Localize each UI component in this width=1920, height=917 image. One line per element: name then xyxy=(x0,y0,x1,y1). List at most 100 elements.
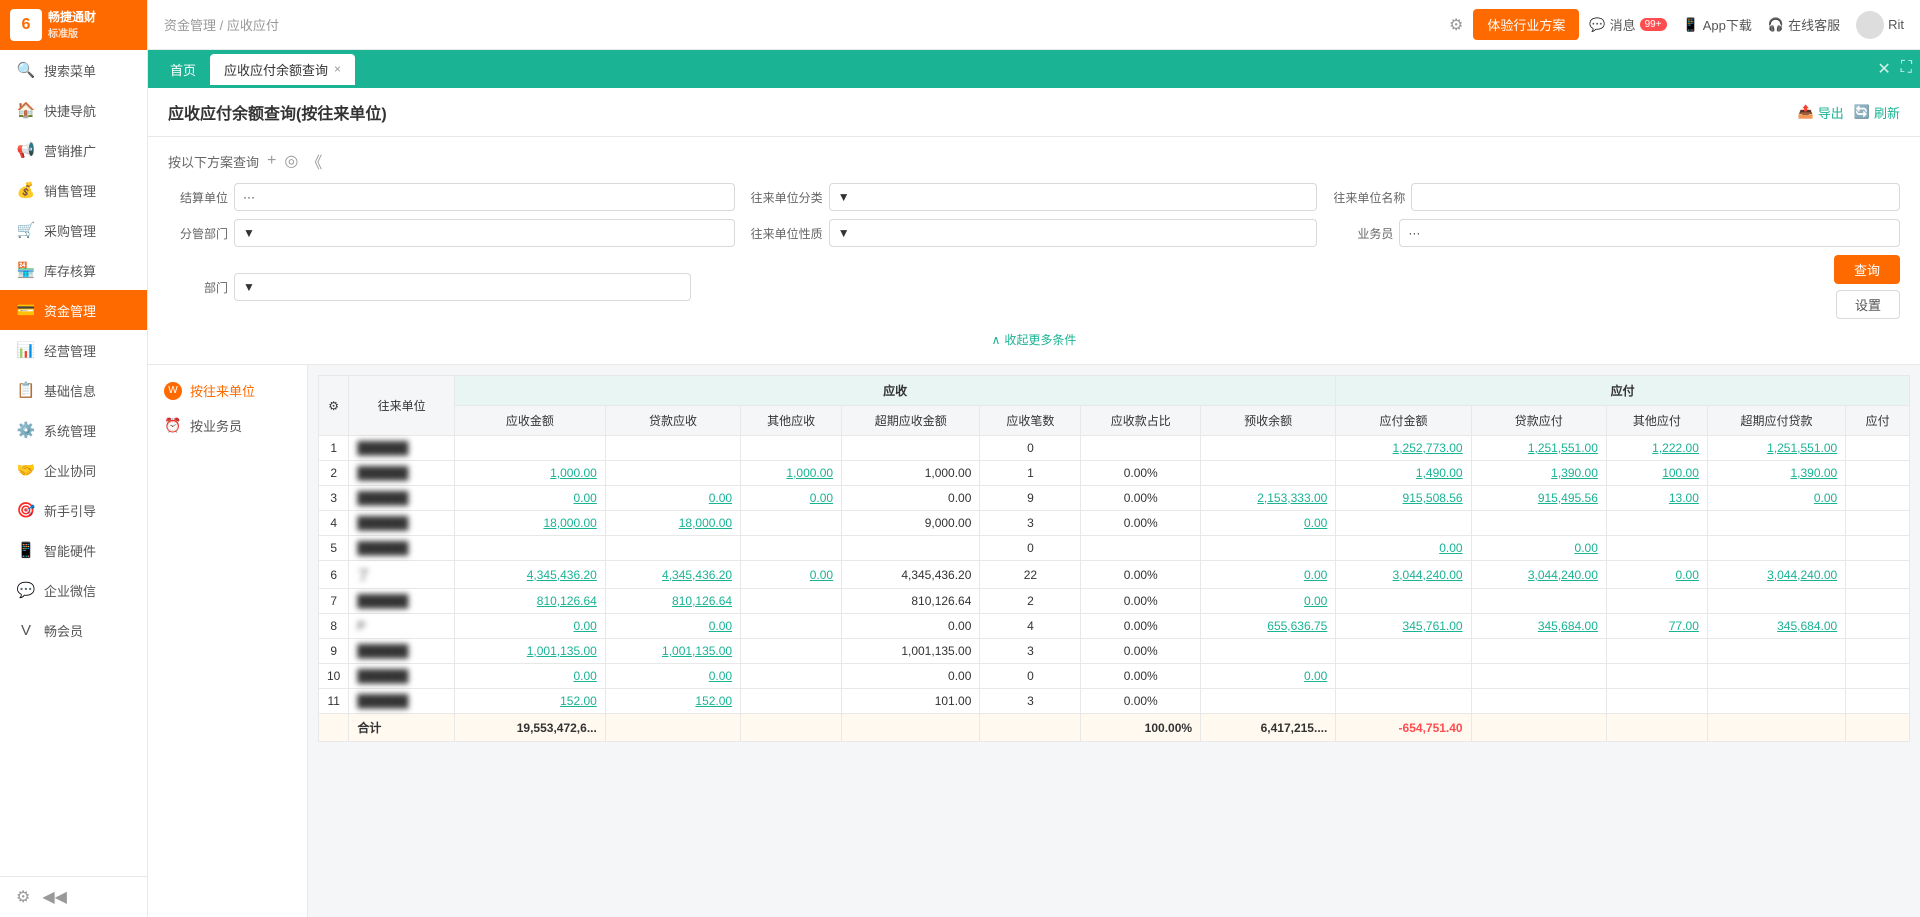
partner-cell: ██████ xyxy=(349,436,455,461)
message-icon: 💬 xyxy=(1589,17,1605,33)
maximize-icon[interactable]: ⛶ xyxy=(1901,59,1912,79)
message-badge: 99+ xyxy=(1640,18,1667,31)
ar-ratio-col: 应收款占比 xyxy=(1081,406,1201,436)
sidebar-item-label: 销售管理 xyxy=(44,181,96,200)
tab-close-icon[interactable]: × xyxy=(334,62,341,76)
total-overdue-ap xyxy=(1707,714,1845,742)
dept-input[interactable]: ▼ xyxy=(234,219,735,247)
partner-cell: 了 xyxy=(349,561,455,589)
sidebar-item-label: 智能硬件 xyxy=(44,541,96,560)
department-arrow: ▼ xyxy=(243,280,255,294)
partner-cell: P xyxy=(349,614,455,639)
other-ar-col: 其他应收 xyxy=(741,406,842,436)
total-other-ar xyxy=(741,714,842,742)
other-ap-col: 其他应付 xyxy=(1606,406,1707,436)
guide-icon: 🎯 xyxy=(16,500,36,520)
collapse-more-button[interactable]: ∧ 收起更多条件 xyxy=(168,327,1900,352)
sidebar: 6 畅捷通财 标准版 🔍 搜索菜单 🏠 快捷导航 📢 营销推广 💰 销售管理 🛒… xyxy=(0,0,148,917)
search-menu-icon: 🔍 xyxy=(16,60,36,80)
sidebar-item-hardware[interactable]: 📱 智能硬件 xyxy=(0,530,147,570)
message-button[interactable]: 💬 消息 99+ xyxy=(1589,15,1666,34)
partner-category-field: 往来单位分类 ▼ xyxy=(751,183,1318,211)
sidebar-item-system[interactable]: ⚙️ 系统管理 xyxy=(0,410,147,450)
search-add-icon[interactable]: + xyxy=(267,152,276,170)
topbar: 资金管理 / 应收应付 ⚙ 体验行业方案 💬 消息 99+ 📱 App下载 🎧 … xyxy=(148,0,1920,50)
sidebar-item-sales[interactable]: 💰 销售管理 xyxy=(0,170,147,210)
sidebar-item-quicknav[interactable]: 🏠 快捷导航 xyxy=(0,90,147,130)
breadcrumb: 资金管理 / 应收应付 xyxy=(164,15,1439,34)
department-input[interactable]: ▼ xyxy=(234,273,691,301)
sidebar-item-inventory[interactable]: 🏪 库存核算 xyxy=(0,250,147,290)
sidebar-item-operations[interactable]: 📊 经营管理 xyxy=(0,330,147,370)
partner-name-input[interactable] xyxy=(1411,183,1900,211)
export-icon: 📤 xyxy=(1798,104,1814,120)
refresh-label: 刷新 xyxy=(1874,103,1900,122)
app-download-label: App下载 xyxy=(1703,15,1752,34)
department-label: 部门 xyxy=(168,279,228,296)
search-row-2: 分管部门 ▼ 往来单位性质 ▼ 业务员 ··· xyxy=(168,219,1900,247)
filter-by-salesperson[interactable]: ⏰ 按业务员 xyxy=(148,408,307,443)
topbar-right: 💬 消息 99+ 📱 App下载 🎧 在线客服 Rit xyxy=(1589,11,1904,39)
filter-by-partner[interactable]: W 按往来单位 xyxy=(148,373,307,408)
settlement-unit-input[interactable]: ··· xyxy=(234,183,735,211)
promo-button[interactable]: 体验行业方案 xyxy=(1473,9,1579,40)
partner-cell: ██████ xyxy=(349,589,455,614)
sidebar-item-search[interactable]: 🔍 搜索菜单 xyxy=(0,50,147,90)
dept-arrow: ▼ xyxy=(243,226,255,240)
overdue-ap-col: 超期应付贷款 xyxy=(1707,406,1845,436)
sidebar-collapse-icon[interactable]: ◀◀ xyxy=(42,887,67,907)
breadcrumb-text: 资金管理 / 应收应付 xyxy=(164,15,279,34)
export-button[interactable]: 📤 导出 xyxy=(1798,103,1844,122)
operations-icon: 📊 xyxy=(16,340,36,360)
page-title: 应收应付余额查询(按往来单位) xyxy=(168,100,387,124)
total-ap-last xyxy=(1846,714,1910,742)
sidebar-settings-icon[interactable]: ⚙ xyxy=(16,887,30,907)
export-label: 导出 xyxy=(1818,103,1844,122)
sidebar-item-finance[interactable]: 💳 资金管理 xyxy=(0,290,147,330)
close-window-icon[interactable]: ✕ xyxy=(1877,59,1890,79)
filter-partner-label: 按往来单位 xyxy=(190,381,255,400)
table-row: 11██████152.00152.00101.0030.00% xyxy=(319,689,1910,714)
sidebar-item-marketing[interactable]: 📢 营销推广 xyxy=(0,130,147,170)
table-area: ⚙ 往来单位 应收 应付 应收金额 贷款应收 其他应收 超期应收金额 应收笔数 … xyxy=(308,365,1920,917)
table-row: 5██████00.000.00 xyxy=(319,536,1910,561)
sidebar-item-label: 基础信息 xyxy=(44,381,96,400)
salesperson-input[interactable]: ··· xyxy=(1399,219,1900,247)
sidebar-item-enterprise[interactable]: 🤝 企业协同 xyxy=(0,450,147,490)
logo-icon: 6 xyxy=(10,9,42,41)
filter-salesperson-icon: ⏰ xyxy=(164,417,182,435)
finance-icon: 💳 xyxy=(16,300,36,320)
online-service-button[interactable]: 🎧 在线客服 xyxy=(1768,15,1840,34)
refresh-button[interactable]: 🔄 刷新 xyxy=(1854,103,1900,122)
purchase-icon: 🛒 xyxy=(16,220,36,240)
search-scheme-icon[interactable]: ◎ xyxy=(284,151,298,171)
hardware-icon: 📱 xyxy=(16,540,36,560)
partner-name-field: 往来单位名称 xyxy=(1333,183,1900,211)
salesperson-dots: ··· xyxy=(1408,226,1420,240)
total-ar-count xyxy=(980,714,1081,742)
total-loan-ar xyxy=(605,714,740,742)
total-no xyxy=(319,714,349,742)
online-service-label: 在线客服 xyxy=(1788,15,1840,34)
sidebar-item-basic[interactable]: 📋 基础信息 xyxy=(0,370,147,410)
sidebar-item-purchase[interactable]: 🛒 采购管理 xyxy=(0,210,147,250)
partner-nature-input[interactable]: ▼ xyxy=(829,219,1318,247)
tab-home[interactable]: 首页 xyxy=(156,54,210,85)
settings-button[interactable]: 设置 xyxy=(1836,290,1900,319)
search-collapse-icon[interactable]: 《 xyxy=(306,149,322,173)
sidebar-item-wechat[interactable]: 💬 企业微信 xyxy=(0,570,147,610)
tab-ar-ap[interactable]: 应收应付余额查询 × xyxy=(210,54,355,85)
table-settings-col[interactable]: ⚙ xyxy=(319,376,349,436)
topbar-gear-icon[interactable]: ⚙ xyxy=(1449,15,1463,35)
total-ar-ratio: 100.00% xyxy=(1081,714,1201,742)
user-avatar[interactable]: Rit xyxy=(1856,11,1904,39)
download-icon: 📱 xyxy=(1683,17,1699,33)
sidebar-item-label: 资金管理 xyxy=(44,301,96,320)
query-button[interactable]: 查询 xyxy=(1834,255,1900,284)
sidebar-item-vip[interactable]: V 畅会员 xyxy=(0,610,147,650)
sidebar-item-guide[interactable]: 🎯 新手引导 xyxy=(0,490,147,530)
partner-category-input[interactable]: ▼ xyxy=(829,183,1318,211)
sales-icon: 💰 xyxy=(16,180,36,200)
sidebar-item-label: 企业微信 xyxy=(44,581,96,600)
app-download-button[interactable]: 📱 App下载 xyxy=(1683,15,1752,34)
